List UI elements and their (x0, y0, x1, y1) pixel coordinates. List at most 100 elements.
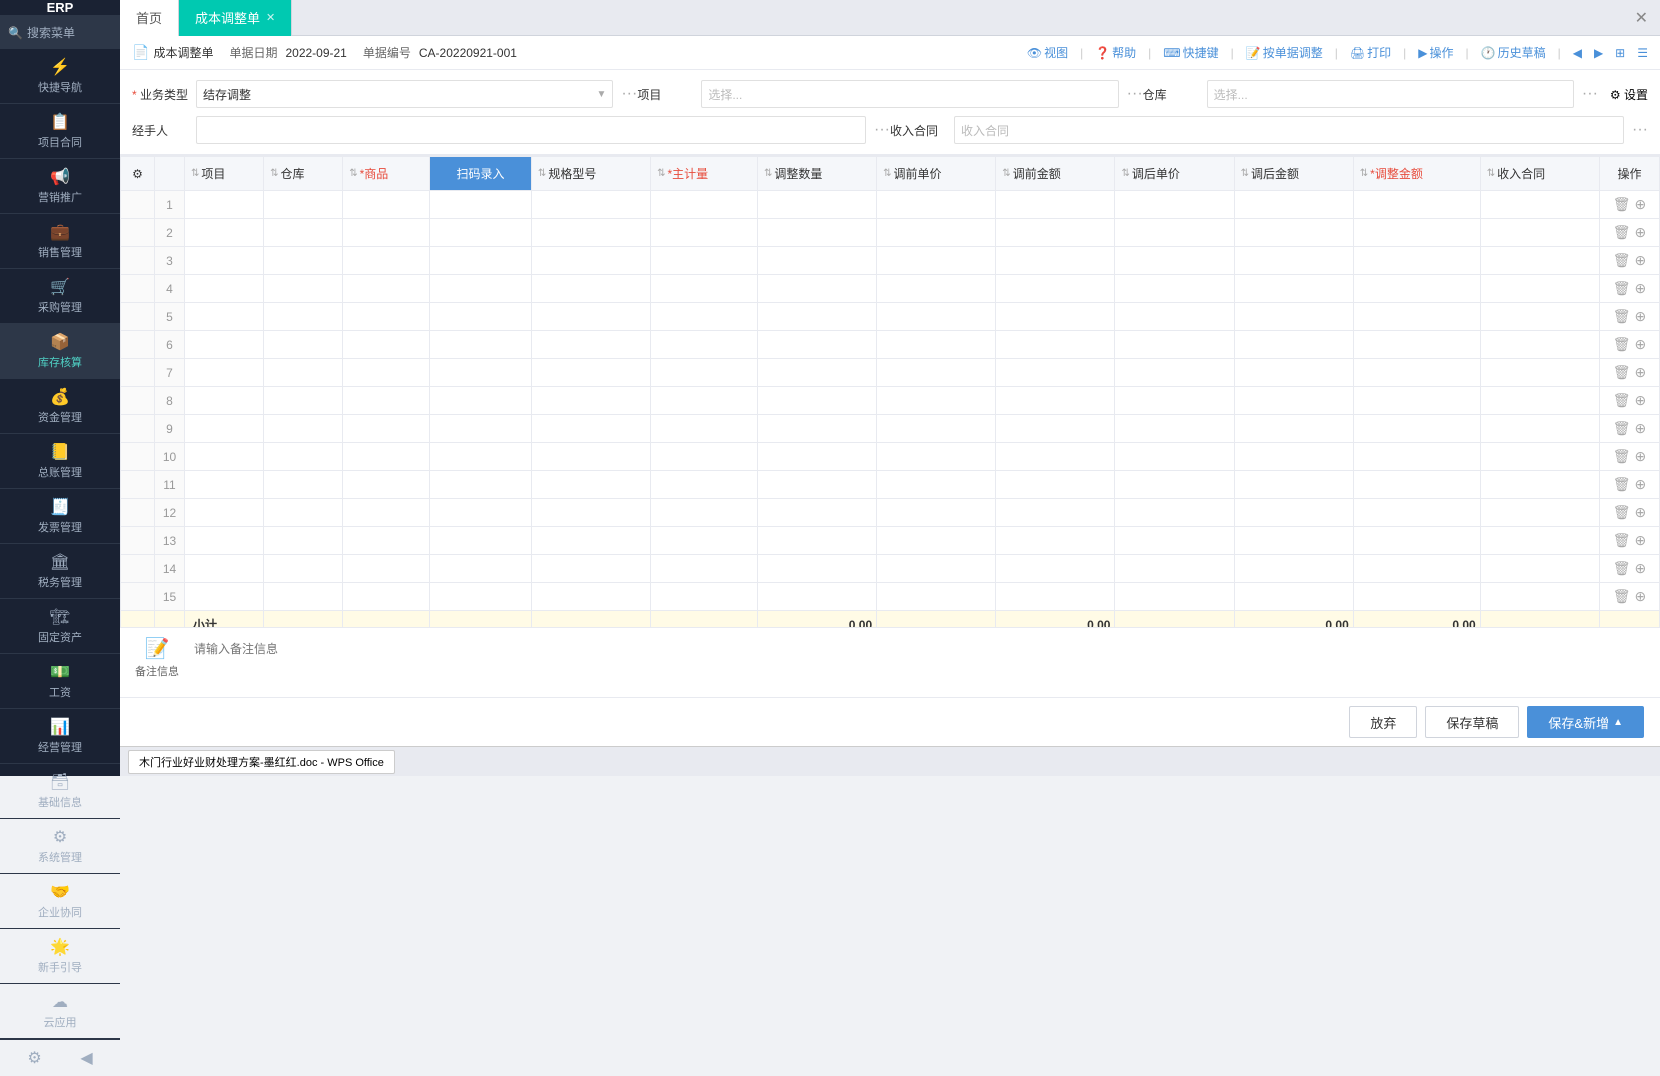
delete-icon[interactable]: 🗑 (1613, 224, 1631, 240)
table-cell[interactable] (1115, 191, 1234, 219)
table-cell[interactable] (1115, 387, 1234, 415)
table-cell[interactable] (185, 499, 264, 527)
table-cell[interactable] (531, 275, 650, 303)
table-cell[interactable] (185, 471, 264, 499)
table-cell[interactable] (996, 555, 1115, 583)
table-cell[interactable] (757, 555, 876, 583)
delete-icon[interactable]: 🗑 (1613, 252, 1631, 268)
table-cell[interactable] (877, 415, 996, 443)
copy-icon[interactable]: ⊕ (1635, 532, 1647, 548)
table-cell[interactable] (1115, 527, 1234, 555)
table-cell[interactable] (1115, 219, 1234, 247)
warehouse-more[interactable]: ··· (1582, 85, 1598, 103)
table-cell[interactable] (185, 359, 264, 387)
table-cell[interactable] (1353, 555, 1480, 583)
table-cell[interactable] (1353, 583, 1480, 611)
table-cell[interactable] (1115, 303, 1234, 331)
table-cell[interactable] (531, 555, 650, 583)
table-cell[interactable] (1353, 443, 1480, 471)
delete-icon[interactable]: 🗑 (1613, 504, 1631, 520)
table-cell[interactable] (343, 275, 430, 303)
table-cell[interactable] (430, 443, 532, 471)
delete-icon[interactable]: 🗑 (1613, 364, 1631, 380)
table-cell[interactable] (1353, 499, 1480, 527)
copy-icon[interactable]: ⊕ (1635, 420, 1647, 436)
table-cell[interactable] (1115, 415, 1234, 443)
table-cell[interactable] (185, 415, 264, 443)
table-cell[interactable] (185, 275, 264, 303)
sidebar-item-ops-mgmt[interactable]: 📊 经营管理 (0, 709, 120, 764)
copy-icon[interactable]: ⊕ (1635, 308, 1647, 324)
table-cell[interactable] (430, 527, 532, 555)
table-cell[interactable] (430, 359, 532, 387)
table-cell[interactable] (264, 303, 343, 331)
table-cell[interactable] (651, 499, 758, 527)
table-cell[interactable] (1353, 331, 1480, 359)
col-product[interactable]: ⇅*商品 (343, 157, 430, 191)
col-adjust-amount[interactable]: ⇅*调整金额 (1353, 157, 1480, 191)
window-close-button[interactable]: ✕ (1623, 8, 1660, 28)
table-cell[interactable] (757, 303, 876, 331)
table-cell[interactable] (996, 527, 1115, 555)
table-cell[interactable] (651, 303, 758, 331)
copy-icon[interactable]: ⊕ (1635, 504, 1647, 520)
agent-input[interactable] (196, 116, 866, 144)
table-cell[interactable] (185, 219, 264, 247)
table-cell[interactable] (1480, 583, 1599, 611)
table-cell[interactable] (757, 191, 876, 219)
table-cell[interactable] (531, 219, 650, 247)
table-cell[interactable] (757, 359, 876, 387)
settings-button[interactable]: ⚙ 设置 (1610, 86, 1648, 103)
sidebar-item-fixed-assets[interactable]: 🏗 固定资产 (0, 599, 120, 654)
table-cell[interactable] (1353, 275, 1480, 303)
sidebar-search[interactable]: 🔍 搜索菜单 (0, 16, 120, 49)
table-cell[interactable] (264, 219, 343, 247)
copy-icon[interactable]: ⊕ (1635, 476, 1647, 492)
table-cell[interactable] (185, 443, 264, 471)
table-cell[interactable] (757, 499, 876, 527)
table-cell[interactable] (1234, 499, 1353, 527)
table-cell[interactable] (1234, 583, 1353, 611)
table-cell[interactable] (1115, 499, 1234, 527)
table-cell[interactable] (651, 219, 758, 247)
table-cell[interactable] (1353, 247, 1480, 275)
table-cell[interactable] (531, 443, 650, 471)
col-warehouse[interactable]: ⇅仓库 (264, 157, 343, 191)
col-scan-input[interactable]: 扫码录入 (430, 157, 532, 191)
delete-icon[interactable]: 🗑 (1613, 308, 1631, 324)
table-cell[interactable] (877, 443, 996, 471)
table-cell[interactable] (1234, 191, 1353, 219)
col-before-price[interactable]: ⇅调前单价 (877, 157, 996, 191)
table-cell[interactable] (877, 331, 996, 359)
table-cell[interactable] (343, 583, 430, 611)
table-cell[interactable] (877, 499, 996, 527)
table-cell[interactable] (877, 219, 996, 247)
table-cell[interactable] (1480, 247, 1599, 275)
table-cell[interactable] (430, 303, 532, 331)
table-cell[interactable] (1234, 247, 1353, 275)
table-cell[interactable] (430, 471, 532, 499)
copy-icon[interactable]: ⊕ (1635, 280, 1647, 296)
sidebar-item-ledger-mgmt[interactable]: 📒 总账管理 (0, 434, 120, 489)
table-cell[interactable] (264, 443, 343, 471)
collapse-icon[interactable]: ◀ (80, 1048, 92, 1068)
action-history[interactable]: 🕐 历史草稿 (1481, 44, 1546, 61)
col-adjust-qty[interactable]: ⇅调整数量 (757, 157, 876, 191)
table-cell[interactable] (430, 275, 532, 303)
table-cell[interactable] (651, 275, 758, 303)
table-cell[interactable] (757, 387, 876, 415)
table-cell[interactable] (757, 527, 876, 555)
table-cell[interactable] (531, 303, 650, 331)
table-cell[interactable] (1234, 471, 1353, 499)
table-cell[interactable] (996, 443, 1115, 471)
table-cell[interactable] (651, 583, 758, 611)
delete-icon[interactable]: 🗑 (1613, 448, 1631, 464)
action-help[interactable]: ❓ 帮助 (1095, 44, 1136, 61)
table-cell[interactable] (343, 499, 430, 527)
table-cell[interactable] (185, 583, 264, 611)
sidebar-item-sales-mgmt[interactable]: 💼 销售管理 (0, 214, 120, 269)
table-cell[interactable] (1115, 359, 1234, 387)
action-operate[interactable]: ▶ 操作 (1418, 44, 1453, 61)
table-cell[interactable] (531, 331, 650, 359)
table-cell[interactable] (877, 275, 996, 303)
